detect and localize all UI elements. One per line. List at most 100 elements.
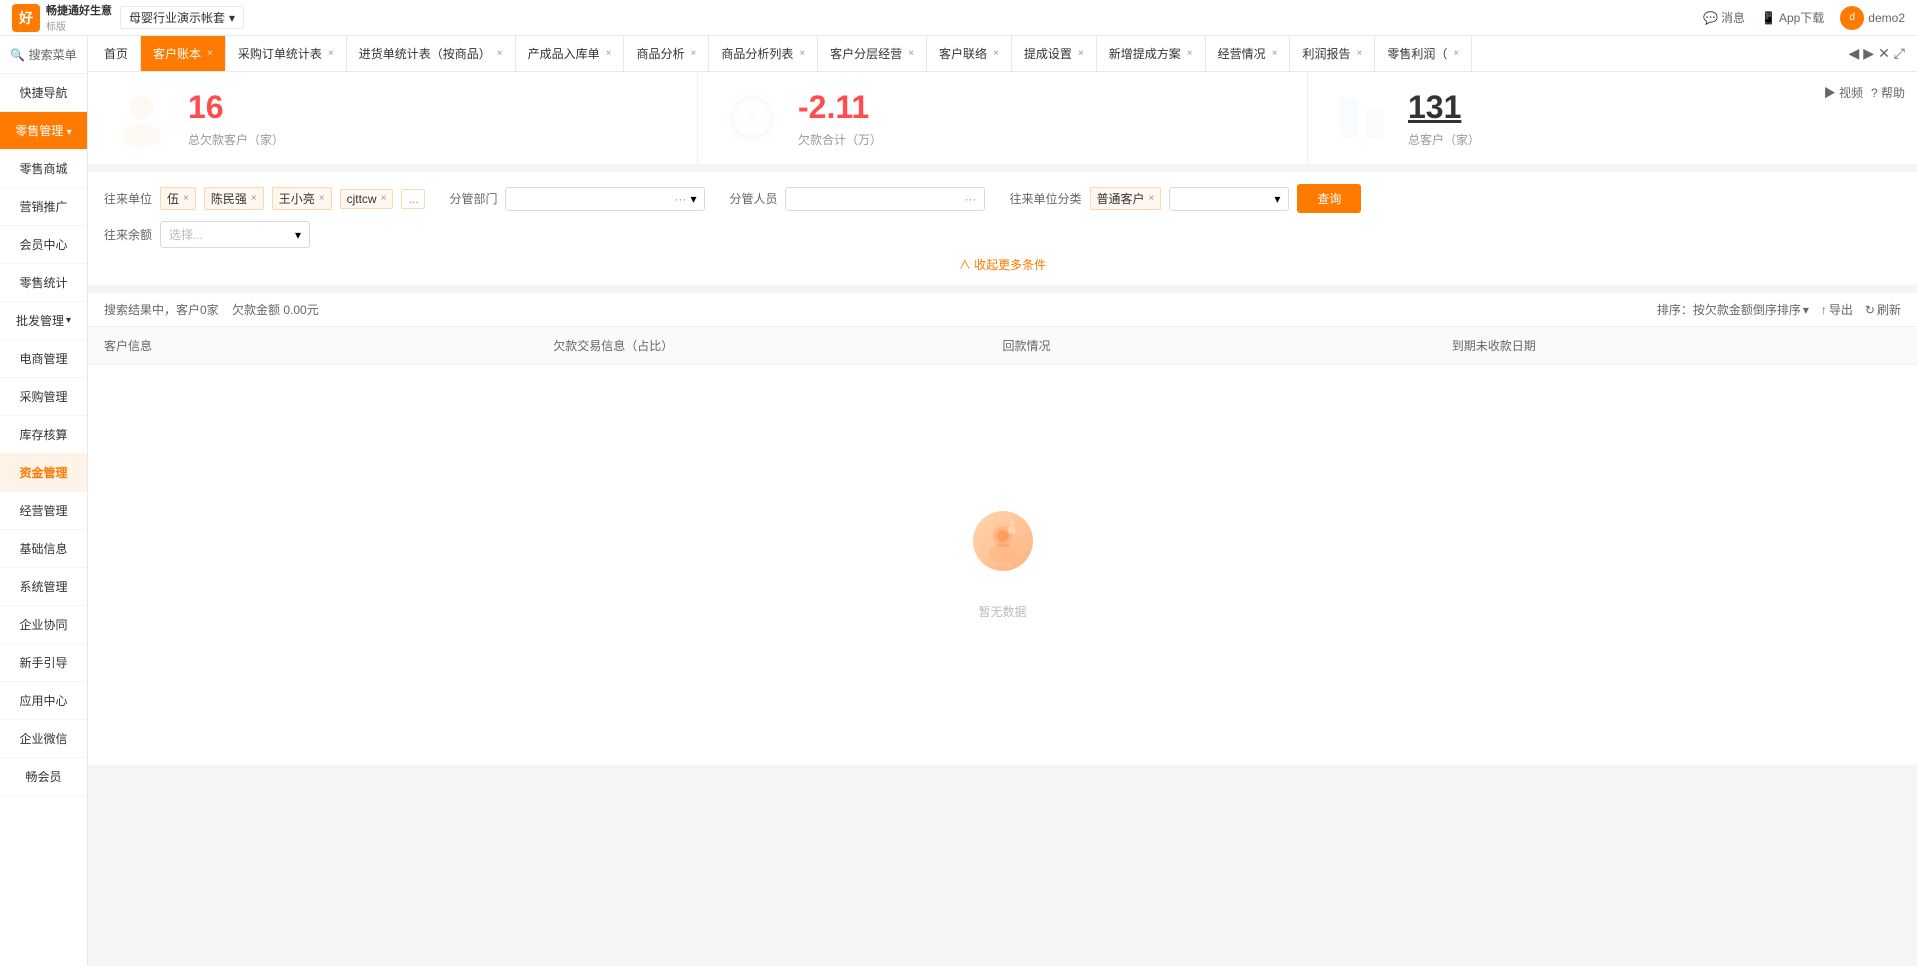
tab-purchase-order-stats[interactable]: 采购订单统计表 ×	[226, 36, 347, 72]
results-bar: 搜索结果中，客户0家 欠款金额 0.00元 排序：按欠款金额倒序排序 ▾ ↑ 导…	[88, 293, 1917, 327]
help-btn[interactable]: ? 帮助	[1871, 84, 1905, 101]
filter-tag-3[interactable]: 王小亮 ×	[272, 187, 332, 210]
tab-goods-stats[interactable]: 进货单统计表（按商品） ×	[347, 36, 516, 72]
sidebar-item-new-guide[interactable]: 新手引导	[0, 644, 87, 682]
sidebar-item-app-center[interactable]: 应用中心	[0, 682, 87, 720]
tab-close-icon[interactable]: ×	[1187, 48, 1193, 59]
tab-add-commission-plan[interactable]: 新增提成方案 ×	[1097, 36, 1206, 72]
sidebar-item-basic-info[interactable]: 基础信息	[0, 530, 87, 568]
top-bar: 好 畅捷通好生意 标版 母婴行业演示帐套 ▾ 💬 消息 📱 App下载 d de…	[0, 0, 1917, 36]
empty-text: 暂无数据	[978, 603, 1026, 620]
filter-balance-select[interactable]: 选择... ▾	[160, 221, 310, 248]
tab-product-analysis[interactable]: 商品分析 ×	[624, 36, 709, 72]
sidebar-item-wholesale[interactable]: 批发管理 ▾	[0, 302, 87, 340]
sidebar-item-quick-nav[interactable]: 快捷导航	[0, 74, 87, 112]
filter-more-btn[interactable]: ...	[401, 189, 425, 209]
tab-prev-icon[interactable]: ◀	[1849, 45, 1860, 62]
tab-fullscreen-icon[interactable]: ⤢	[1894, 45, 1905, 62]
filter-tag-4[interactable]: cjttcw ×	[340, 189, 394, 209]
filter-row-2: 往来余额 选择... ▾	[104, 221, 1901, 248]
tab-profit-report[interactable]: 利润报告 ×	[1290, 36, 1375, 72]
message-btn[interactable]: 💬 消息	[1703, 9, 1745, 26]
filter-category-close[interactable]: ×	[1149, 193, 1155, 204]
tab-customer-ledger[interactable]: 客户账本 ×	[141, 36, 226, 72]
sidebar-item-enterprise-wechat[interactable]: 企业微信	[0, 720, 87, 758]
tab-close-icon[interactable]: ×	[1453, 48, 1459, 59]
sidebar-item-purchase[interactable]: 采购管理	[0, 378, 87, 416]
filter-dept-label: 分管部门	[449, 190, 497, 207]
filter-area: 往来单位 伍 × 陈民强 × 王小亮 × cjttcw	[88, 172, 1917, 285]
col-customer-info: 客户信息	[104, 337, 553, 354]
tab-close-icon[interactable]: ×	[328, 48, 334, 59]
chevron-down-icon: ▾	[1274, 192, 1280, 206]
stat-icon-debt: ¥	[722, 88, 782, 148]
sidebar-item-retail-stats[interactable]: 零售统计	[0, 264, 87, 302]
tab-product-analysis-list[interactable]: 商品分析列表 ×	[709, 36, 818, 72]
filter-tag-close[interactable]: ×	[381, 193, 387, 204]
refresh-btn[interactable]: ↻ 刷新	[1865, 301, 1901, 318]
tab-customer-contact[interactable]: 客户联络 ×	[927, 36, 1012, 72]
sidebar-item-member-center[interactable]: 会员中心	[0, 226, 87, 264]
tab-bar: 首页 客户账本 × 采购订单统计表 × 进货单统计表（按商品） × 产成品入库单…	[88, 36, 1917, 72]
sidebar-item-inventory[interactable]: 库存核算	[0, 416, 87, 454]
sidebar-item-marketing[interactable]: 营销推广	[0, 188, 87, 226]
video-help-btn[interactable]: ▶ 视频	[1824, 84, 1863, 101]
stat-card-debt-total: ¥ -2.11 欠款合计（万）	[698, 72, 1308, 164]
filter-category-tag[interactable]: 普通客户 ×	[1090, 187, 1162, 210]
filter-tag-close[interactable]: ×	[183, 193, 189, 204]
user-area[interactable]: d demo2	[1840, 6, 1905, 30]
tab-retail-profit[interactable]: 零售利润（ ×	[1375, 36, 1472, 72]
sidebar-item-finance[interactable]: 资金管理	[0, 454, 87, 492]
filter-category-select[interactable]: ▾	[1169, 187, 1289, 211]
tab-close-icon[interactable]: ×	[1272, 48, 1278, 59]
filter-person-select[interactable]: ···	[785, 187, 985, 211]
sidebar-item-ecommerce[interactable]: 电商管理	[0, 340, 87, 378]
sidebar-item-member[interactable]: 畅会员	[0, 758, 87, 796]
filter-dept-select[interactable]: ··· ▾	[505, 187, 705, 211]
sidebar-search[interactable]: 🔍 搜索菜单	[0, 36, 87, 74]
sidebar-item-retail-shop[interactable]: 零售商城	[0, 150, 87, 188]
export-icon: ↑	[1821, 303, 1827, 317]
stat-help-actions: ▶ 视频 ? 帮助	[1824, 84, 1905, 101]
tab-close-icon[interactable]: ×	[606, 48, 612, 59]
message-icon: 💬	[1703, 11, 1718, 25]
tab-close-icon[interactable]: ×	[908, 48, 914, 59]
search-button[interactable]: 查询	[1297, 184, 1361, 213]
tab-home[interactable]: 首页	[92, 36, 141, 72]
logo-text: 畅捷通好生意 标版	[46, 2, 112, 33]
stat-label-total-customers: 总客户（家）	[1408, 131, 1893, 148]
filter-category-label: 往来单位分类	[1009, 190, 1081, 207]
filter-tag-close[interactable]: ×	[319, 193, 325, 204]
tab-next-icon[interactable]: ▶	[1863, 45, 1874, 62]
store-selector[interactable]: 母婴行业演示帐套 ▾	[120, 6, 244, 29]
tab-business-status[interactable]: 经营情况 ×	[1206, 36, 1291, 72]
chevron-down-icon: ▾	[66, 315, 71, 326]
sort-selector[interactable]: 排序：按欠款金额倒序排序 ▾	[1657, 301, 1809, 318]
tab-customer-tier[interactable]: 客户分层经营 ×	[818, 36, 927, 72]
sidebar-item-enterprise-coop[interactable]: 企业协同	[0, 606, 87, 644]
tab-close-icon[interactable]: ×	[1356, 48, 1362, 59]
sidebar-item-operation[interactable]: 经营管理	[0, 492, 87, 530]
collapse-filters-btn[interactable]: ∧ 收起更多条件	[104, 256, 1901, 273]
filter-tag-close[interactable]: ×	[251, 193, 257, 204]
tab-close-icon[interactable]: ×	[799, 48, 805, 59]
tab-close-all-icon[interactable]: ✕	[1878, 45, 1890, 62]
chevron-down-icon: ▾	[295, 228, 301, 242]
tab-close-icon[interactable]: ×	[497, 48, 503, 59]
tab-close-icon[interactable]: ×	[207, 48, 213, 59]
export-btn[interactable]: ↑ 导出	[1821, 301, 1853, 318]
stat-value-debt-total: -2.11	[798, 88, 1283, 126]
top-bar-left: 好 畅捷通好生意 标版 母婴行业演示帐套 ▾	[12, 2, 244, 33]
app-download-btn[interactable]: 📱 App下载	[1761, 9, 1824, 26]
filter-tag-2[interactable]: 陈民强 ×	[204, 187, 264, 210]
tab-commission-settings[interactable]: 提成设置 ×	[1012, 36, 1097, 72]
sidebar-item-retail-manage[interactable]: 零售管理 ▾	[0, 112, 87, 150]
stat-icon-customers	[112, 88, 172, 148]
tab-close-icon[interactable]: ×	[1078, 48, 1084, 59]
tab-close-icon[interactable]: ×	[690, 48, 696, 59]
filter-tag-1[interactable]: 伍 ×	[160, 187, 196, 210]
tab-close-icon[interactable]: ×	[993, 48, 999, 59]
sidebar-item-system[interactable]: 系统管理	[0, 568, 87, 606]
tab-production-inbound[interactable]: 产成品入库单 ×	[516, 36, 625, 72]
stat-icon-building	[1332, 88, 1392, 148]
